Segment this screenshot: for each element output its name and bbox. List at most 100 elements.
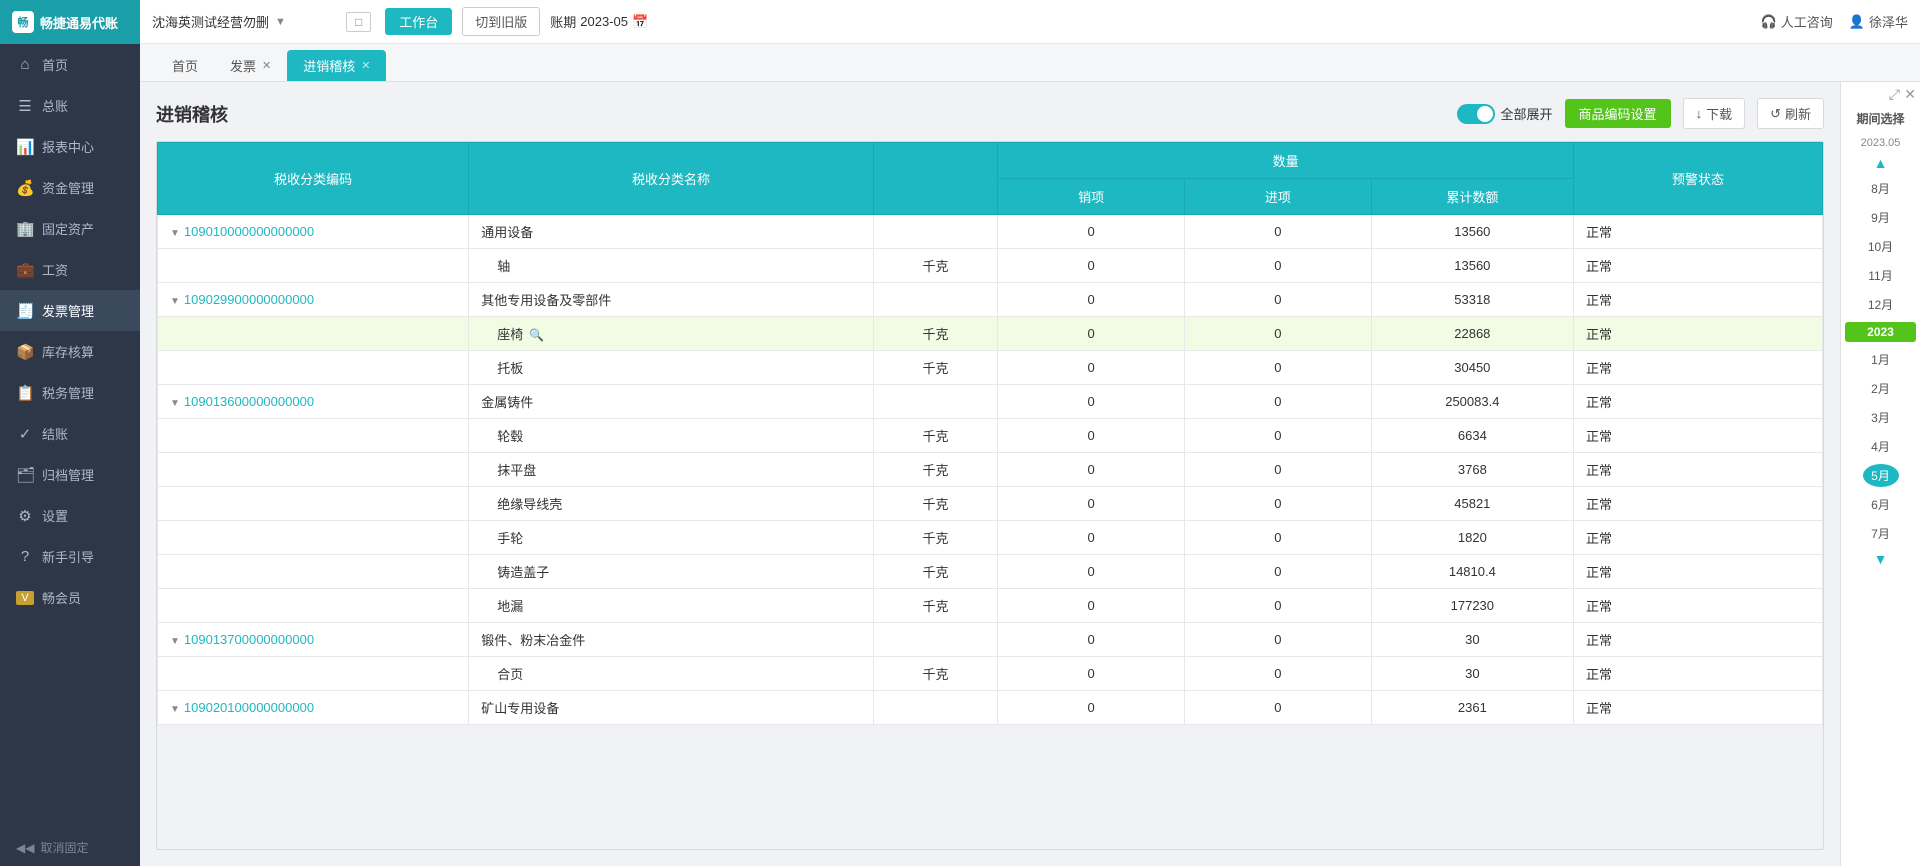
- period-up-arrow[interactable]: ▲: [1845, 155, 1916, 171]
- tab-reconcile-close[interactable]: ✕: [361, 59, 370, 72]
- cell-sale: 0: [998, 283, 1185, 317]
- cell-code-empty: [158, 317, 469, 351]
- period-item[interactable]: 2023: [1845, 322, 1916, 342]
- app-logo: 畅 畅捷通易代账: [0, 0, 140, 44]
- sidebar-item-member[interactable]: V 畅会员: [0, 577, 140, 618]
- period-item[interactable]: 5月: [1863, 464, 1899, 487]
- sidebar-item-tax[interactable]: 📋 税务管理: [0, 372, 140, 413]
- expand-panel-button[interactable]: ⤢: [1889, 86, 1900, 103]
- expand-icon[interactable]: ▼: [170, 398, 180, 409]
- cell-unit: [873, 385, 997, 419]
- user-menu[interactable]: 👤 徐泽华: [1849, 12, 1908, 31]
- expand-icon[interactable]: ▼: [170, 636, 180, 647]
- cell-total: 1820: [1371, 521, 1573, 555]
- download-button[interactable]: ↓ 下载: [1683, 98, 1746, 129]
- refresh-label: 刷新: [1785, 104, 1811, 123]
- tab-invoice-close[interactable]: ✕: [262, 59, 271, 72]
- sidebar-item-assets[interactable]: 🏢 固定资产: [0, 208, 140, 249]
- cell-name: 绝缘导线壳: [469, 487, 874, 521]
- period-item[interactable]: 4月: [1845, 435, 1916, 458]
- sidebar-label-payroll: 工资: [42, 260, 68, 279]
- cell-name: 轴: [469, 249, 874, 283]
- product-code-button[interactable]: 商品编码设置: [1565, 99, 1671, 128]
- page-title: 进销稽核: [156, 101, 228, 127]
- sidebar-item-payroll[interactable]: 💼 工资: [0, 249, 140, 290]
- cell-code-empty: [158, 351, 469, 385]
- period-item[interactable]: 1月: [1845, 348, 1916, 371]
- workbench-button[interactable]: 工作台: [385, 8, 452, 35]
- panel-label: 期间选择: [1856, 110, 1904, 127]
- expand-icon[interactable]: ▼: [170, 704, 180, 715]
- sidebar-item-funds[interactable]: 💰 资金管理: [0, 167, 140, 208]
- home-icon: ⌂: [16, 56, 34, 73]
- refresh-button[interactable]: ↺ 刷新: [1757, 98, 1824, 129]
- tab-home[interactable]: 首页: [156, 50, 214, 81]
- table-row: 托板 千克 0 0 30450 正常: [158, 351, 1823, 385]
- sidebar-item-invoice[interactable]: 🧾 发票管理: [0, 290, 140, 331]
- period-item[interactable]: 7月: [1845, 522, 1916, 545]
- sidebar-item-ledger[interactable]: ☰ 总账: [0, 85, 140, 126]
- sidebar-item-home[interactable]: ⌂ 首页: [0, 44, 140, 85]
- period-item[interactable]: 6月: [1845, 493, 1916, 516]
- sidebar-item-reports[interactable]: 📊 报表中心: [0, 126, 140, 167]
- period-item[interactable]: 9月: [1845, 206, 1916, 229]
- period-item[interactable]: 2月: [1845, 377, 1916, 400]
- period-down-arrow[interactable]: ▼: [1845, 551, 1916, 567]
- expand-icon[interactable]: ▼: [170, 296, 180, 307]
- cell-name: 托板: [469, 351, 874, 385]
- tab-reconcile[interactable]: 进销稽核 ✕: [287, 50, 386, 81]
- data-table-wrap: 税收分类编码 税收分类名称 数量 预警状态 销项 进项 累计数额 ▼109010…: [156, 141, 1824, 850]
- cell-status: 正常: [1573, 351, 1822, 385]
- save-button[interactable]: □: [342, 10, 375, 33]
- user-icon: 👤: [1849, 14, 1865, 30]
- period-selector[interactable]: 账期 2023-05 📅: [550, 12, 648, 31]
- search-icon[interactable]: 🔍: [529, 328, 544, 342]
- settlement-icon: ✓: [16, 425, 34, 443]
- table-row: 轴 千克 0 0 13560 正常: [158, 249, 1823, 283]
- cell-total: 177230: [1371, 589, 1573, 623]
- period-item[interactable]: 8月: [1845, 177, 1916, 200]
- calendar-icon[interactable]: 📅: [632, 14, 648, 30]
- cell-purchase: 0: [1184, 385, 1371, 419]
- expand-toggle[interactable]: 全部展开: [1457, 104, 1553, 124]
- sidebar-item-archive[interactable]: 🗂 归档管理: [0, 454, 140, 495]
- sidebar-item-settings[interactable]: ⚙ 设置: [0, 495, 140, 536]
- close-panel-button[interactable]: ✕: [1904, 86, 1916, 103]
- table-row: 地漏 千克 0 0 177230 正常: [158, 589, 1823, 623]
- refresh-icon: ↺: [1770, 106, 1781, 122]
- company-selector[interactable]: 沈海英测试经营勿删 ▼: [152, 12, 332, 31]
- sidebar-item-settlement[interactable]: ✓ 结账: [0, 413, 140, 454]
- period-item[interactable]: 11月: [1845, 264, 1916, 287]
- expand-icon[interactable]: ▼: [170, 228, 180, 239]
- tab-invoice[interactable]: 发票 ✕: [214, 50, 287, 81]
- switch-version-button[interactable]: 切到旧版: [462, 7, 540, 36]
- sidebar-pin-toggle[interactable]: ◀◀ 取消固定: [0, 829, 140, 866]
- th-purchase: 进项: [1184, 179, 1371, 215]
- cell-status: 正常: [1573, 419, 1822, 453]
- cell-name: 抹平盘: [469, 453, 874, 487]
- period-item[interactable]: 3月: [1845, 406, 1916, 429]
- company-dropdown-icon[interactable]: ▼: [275, 16, 286, 28]
- cell-purchase: 0: [1184, 555, 1371, 589]
- cell-purchase: 0: [1184, 589, 1371, 623]
- company-name: 沈海英测试经营勿删: [152, 12, 269, 31]
- cell-total: 13560: [1371, 215, 1573, 249]
- cell-total: 6634: [1371, 419, 1573, 453]
- sidebar-item-inventory[interactable]: 📦 库存核算: [0, 331, 140, 372]
- service-button[interactable]: 🎧 人工咨询: [1761, 12, 1833, 31]
- cell-code-empty: [158, 555, 469, 589]
- cell-purchase: 0: [1184, 691, 1371, 725]
- sidebar-item-guide[interactable]: ? 新手引导: [0, 536, 140, 577]
- cell-purchase: 0: [1184, 453, 1371, 487]
- cell-name: 座椅🔍: [469, 317, 874, 351]
- toggle-switch[interactable]: [1457, 104, 1495, 124]
- reports-icon: 📊: [16, 138, 34, 156]
- cell-sale: 0: [998, 589, 1185, 623]
- cell-unit: 千克: [873, 657, 997, 691]
- cell-sale: 0: [998, 419, 1185, 453]
- cell-status: 正常: [1573, 385, 1822, 419]
- period-item[interactable]: 10月: [1845, 235, 1916, 258]
- period-item[interactable]: 12月: [1845, 293, 1916, 316]
- cell-code: ▼109013700000000000: [158, 623, 469, 657]
- cell-total: 250083.4: [1371, 385, 1573, 419]
